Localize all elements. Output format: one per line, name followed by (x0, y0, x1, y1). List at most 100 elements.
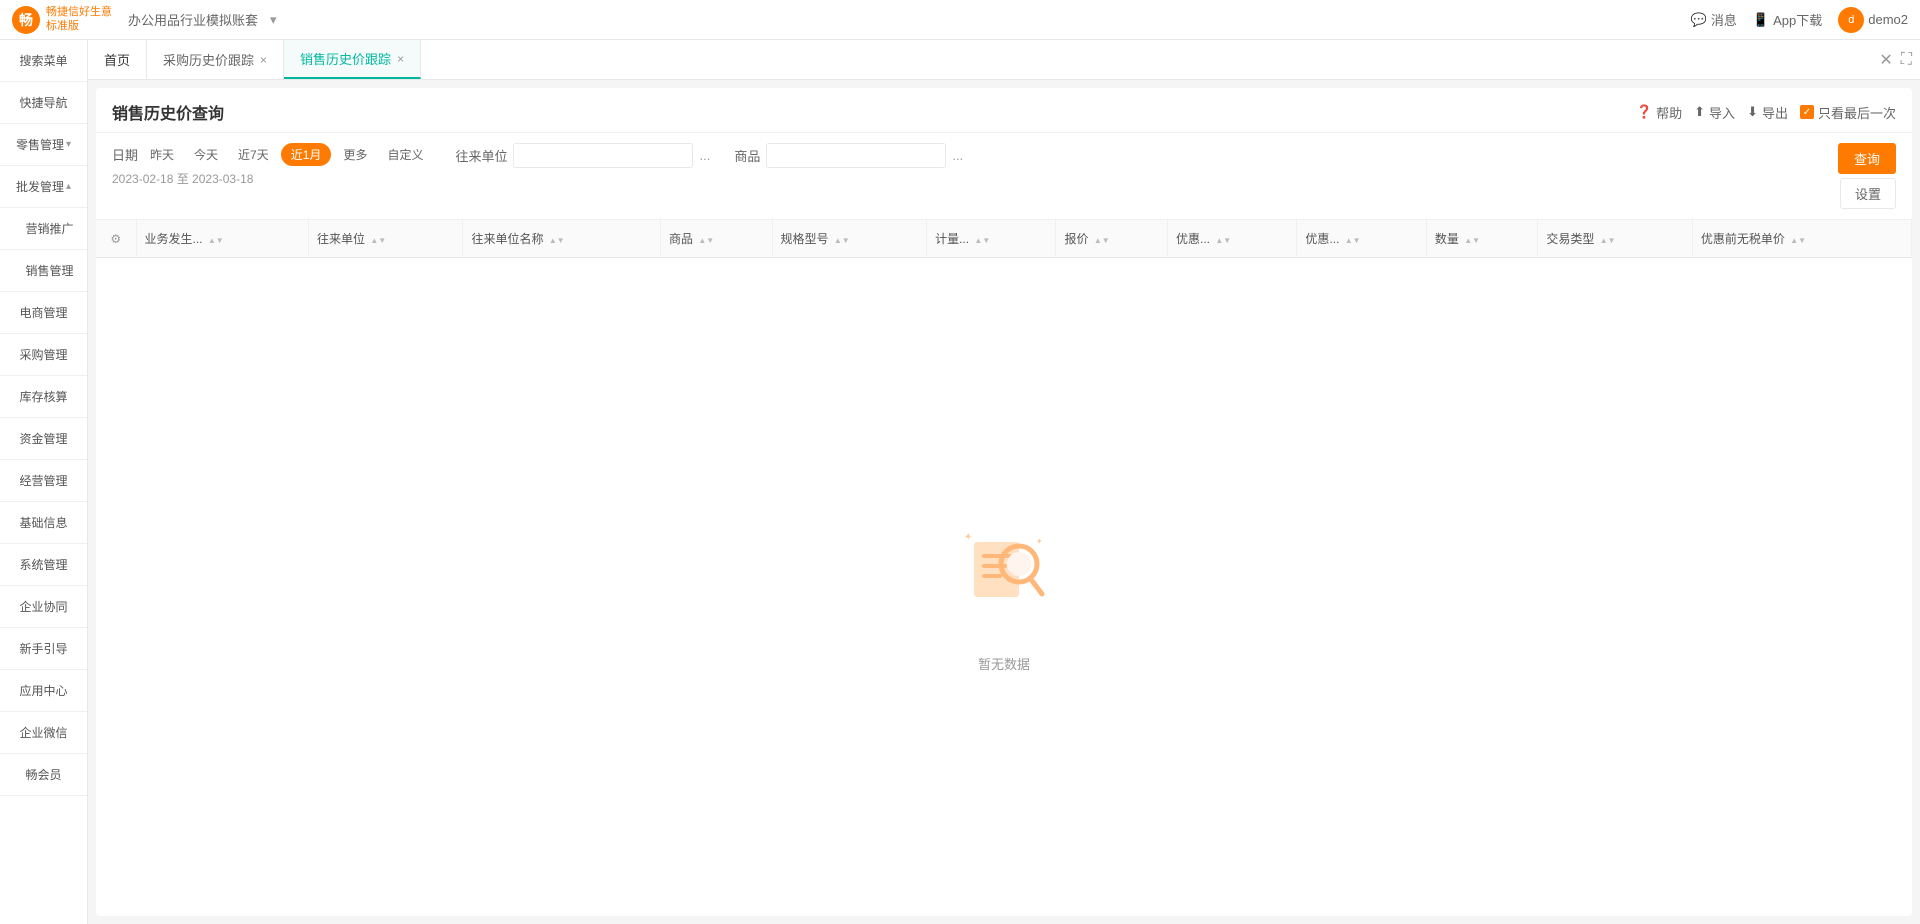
th-discount2[interactable]: 优惠... ▲▼ (1297, 220, 1426, 258)
query-button[interactable]: 查询 (1838, 143, 1896, 174)
sort-arrows-qty: ▲▼ (1464, 236, 1480, 245)
page-header: 销售历史价查询 ❓ 帮助 ⬆ 导入 ⬇ 导出 ✓ (96, 88, 1912, 133)
logo-area: 畅 畅捷信好生意 标准版 (12, 6, 112, 34)
date-range-display: 2023-02-18 至 2023-03-18 (112, 170, 431, 187)
dropdown-icon[interactable]: ▾ (270, 12, 277, 28)
sort-arrows-trade-type: ▲▼ (1600, 236, 1616, 245)
app-download-action[interactable]: 📱 App下载 (1753, 10, 1822, 29)
sidebar-item-ecommerce[interactable]: 电商管理 (0, 292, 87, 334)
phone-icon: 📱 (1753, 12, 1769, 28)
gear-icon[interactable]: ⚙ (110, 232, 121, 246)
sidebar-item-basic-info[interactable]: 基础信息 (0, 502, 87, 544)
sidebar-item-marketing[interactable]: 营销推广 (0, 208, 87, 250)
checkbox-checked-icon: ✓ (1800, 105, 1814, 119)
sort-arrows-quoted: ▲▼ (1094, 236, 1110, 245)
sort-arrows-spec: ▲▼ (834, 236, 850, 245)
sidebar-item-member[interactable]: 畅会员 (0, 754, 87, 796)
export-icon: ⬇ (1747, 104, 1758, 120)
help-action[interactable]: ❓ 帮助 (1636, 103, 1682, 122)
maximize-window-button[interactable]: ⛶ (1901, 51, 1912, 69)
partner-dots[interactable]: ... (699, 148, 710, 163)
sidebar-item-retail-mgmt[interactable]: 零售管理 ▾ (0, 124, 87, 166)
tab-purchase-history[interactable]: 采购历史价跟踪 × (147, 40, 284, 79)
tab-sales-history[interactable]: 销售历史价跟踪 × (284, 40, 421, 79)
help-icon: ❓ (1636, 104, 1652, 120)
message-action[interactable]: 💬 消息 (1691, 10, 1737, 29)
sidebar-item-sales-mgmt[interactable]: 销售管理 (0, 250, 87, 292)
sidebar-item-inventory[interactable]: 库存核算 (0, 376, 87, 418)
th-product[interactable]: 商品 ▲▼ (661, 220, 773, 258)
tab-close-purchase[interactable]: × (260, 53, 267, 67)
date-yesterday-btn[interactable]: 昨天 (142, 143, 182, 166)
page-content: 销售历史价查询 ❓ 帮助 ⬆ 导入 ⬇ 导出 ✓ (96, 88, 1912, 916)
settings-button[interactable]: 设置 (1840, 178, 1896, 209)
th-spec[interactable]: 规格型号 ▲▼ (772, 220, 927, 258)
sidebar: 搜索菜单 快捷导航 零售管理 ▾ 批发管理 ▴ 营销推广 销售管理 电商管理 采 (0, 40, 88, 924)
sidebar-item-enterprise[interactable]: 企业协同 (0, 586, 87, 628)
table-header-row: ⚙ 业务发生... ▲▼ 往来单位 ▲▼ 往来单位名称 (96, 220, 1912, 258)
sort-arrows-unit: ▲▼ (974, 236, 990, 245)
sidebar-item-purchase[interactable]: 采购管理 (0, 334, 87, 376)
data-table: ⚙ 业务发生... ▲▼ 往来单位 ▲▼ 往来单位名称 (96, 220, 1912, 258)
filter-area: 日期 昨天 今天 近7天 近1月 更多 自定义 2023-02-18 至 202… (96, 133, 1912, 220)
tab-bar-actions: ✕ ⛶ (1871, 40, 1920, 79)
sidebar-item-quick-nav[interactable]: 快捷导航 (0, 82, 87, 124)
product-input[interactable] (766, 143, 946, 168)
close-window-button[interactable]: ✕ (1879, 50, 1892, 70)
product-label: 商品 (734, 146, 760, 165)
date-last1month-btn[interactable]: 近1月 (281, 143, 332, 166)
empty-text: 暂无数据 (978, 654, 1030, 673)
th-unit[interactable]: 计量... ▲▼ (927, 220, 1056, 258)
tab-bar: 首页 采购历史价跟踪 × 销售历史价跟踪 × ✕ ⛶ (88, 40, 1920, 80)
date-custom-btn[interactable]: 自定义 (379, 143, 431, 166)
sidebar-item-app-center[interactable]: 应用中心 (0, 670, 87, 712)
empty-state: ✦ ✦ 暂无数据 (96, 258, 1912, 916)
only-last-checkbox-label[interactable]: ✓ 只看最后一次 (1800, 103, 1896, 122)
th-trade-type[interactable]: 交易类型 ▲▼ (1538, 220, 1693, 258)
th-qty[interactable]: 数量 ▲▼ (1426, 220, 1538, 258)
product-dots[interactable]: ... (952, 148, 963, 163)
sidebar-item-wholesale-mgmt[interactable]: 批发管理 ▴ (0, 166, 87, 208)
th-partner-name[interactable]: 往来单位名称 ▲▼ (463, 220, 661, 258)
user-profile[interactable]: d demo2 (1838, 7, 1908, 33)
header-right: 💬 消息 📱 App下载 d demo2 (1691, 7, 1908, 33)
sort-arrows-biz-date: ▲▼ (208, 236, 224, 245)
sidebar-item-search-menu[interactable]: 搜索菜单 (0, 40, 87, 82)
partner-label: 往来单位 (455, 146, 507, 165)
import-icon: ⬆ (1694, 104, 1705, 120)
sidebar-item-operations[interactable]: 经营管理 (0, 460, 87, 502)
date-today-btn[interactable]: 今天 (186, 143, 226, 166)
header-left: 畅 畅捷信好生意 标准版 办公用品行业模拟账套 ▾ (12, 6, 277, 34)
avatar: d (1838, 7, 1864, 33)
tab-close-sales[interactable]: × (397, 52, 404, 66)
sidebar-item-finance[interactable]: 资金管理 (0, 418, 87, 460)
empty-illustration-container: ✦ ✦ (934, 502, 1074, 642)
sidebar-item-guide[interactable]: 新手引导 (0, 628, 87, 670)
page-title: 销售历史价查询 (112, 100, 224, 124)
date-last7days-btn[interactable]: 近7天 (230, 143, 277, 166)
chevron-up-icon: ▴ (66, 181, 71, 192)
sort-arrows-discount2: ▲▼ (1345, 236, 1361, 245)
sort-arrows-partner-code: ▲▼ (370, 236, 386, 245)
import-action[interactable]: ⬆ 导入 (1694, 103, 1735, 122)
date-more-btn[interactable]: 更多 (335, 143, 375, 166)
sort-arrows-pretax: ▲▼ (1790, 236, 1806, 245)
sidebar-item-enterprise-wechat[interactable]: 企业微信 (0, 712, 87, 754)
sidebar-item-system[interactable]: 系统管理 (0, 544, 87, 586)
partner-input[interactable] (513, 143, 693, 168)
date-label: 日期 (112, 145, 138, 164)
message-icon: 💬 (1691, 12, 1707, 28)
svg-text:✦: ✦ (1036, 537, 1043, 546)
export-action[interactable]: ⬇ 导出 (1747, 103, 1788, 122)
th-discount1[interactable]: 优惠... ▲▼ (1167, 220, 1296, 258)
tab-home[interactable]: 首页 (88, 40, 147, 79)
th-partner-code[interactable]: 往来单位 ▲▼ (308, 220, 463, 258)
th-biz-date[interactable]: 业务发生... ▲▼ (136, 220, 308, 258)
logo-text: 畅捷信好生意 标准版 (46, 6, 112, 32)
th-quoted-price[interactable]: 报价 ▲▼ (1056, 220, 1168, 258)
app-title: 办公用品行业模拟账套 (128, 10, 258, 29)
th-pretax-price[interactable]: 优惠前无税单价 ▲▼ (1692, 220, 1911, 258)
sort-arrows-product: ▲▼ (698, 236, 714, 245)
logo-icon: 畅 (12, 6, 40, 34)
th-settings[interactable]: ⚙ (96, 220, 136, 258)
